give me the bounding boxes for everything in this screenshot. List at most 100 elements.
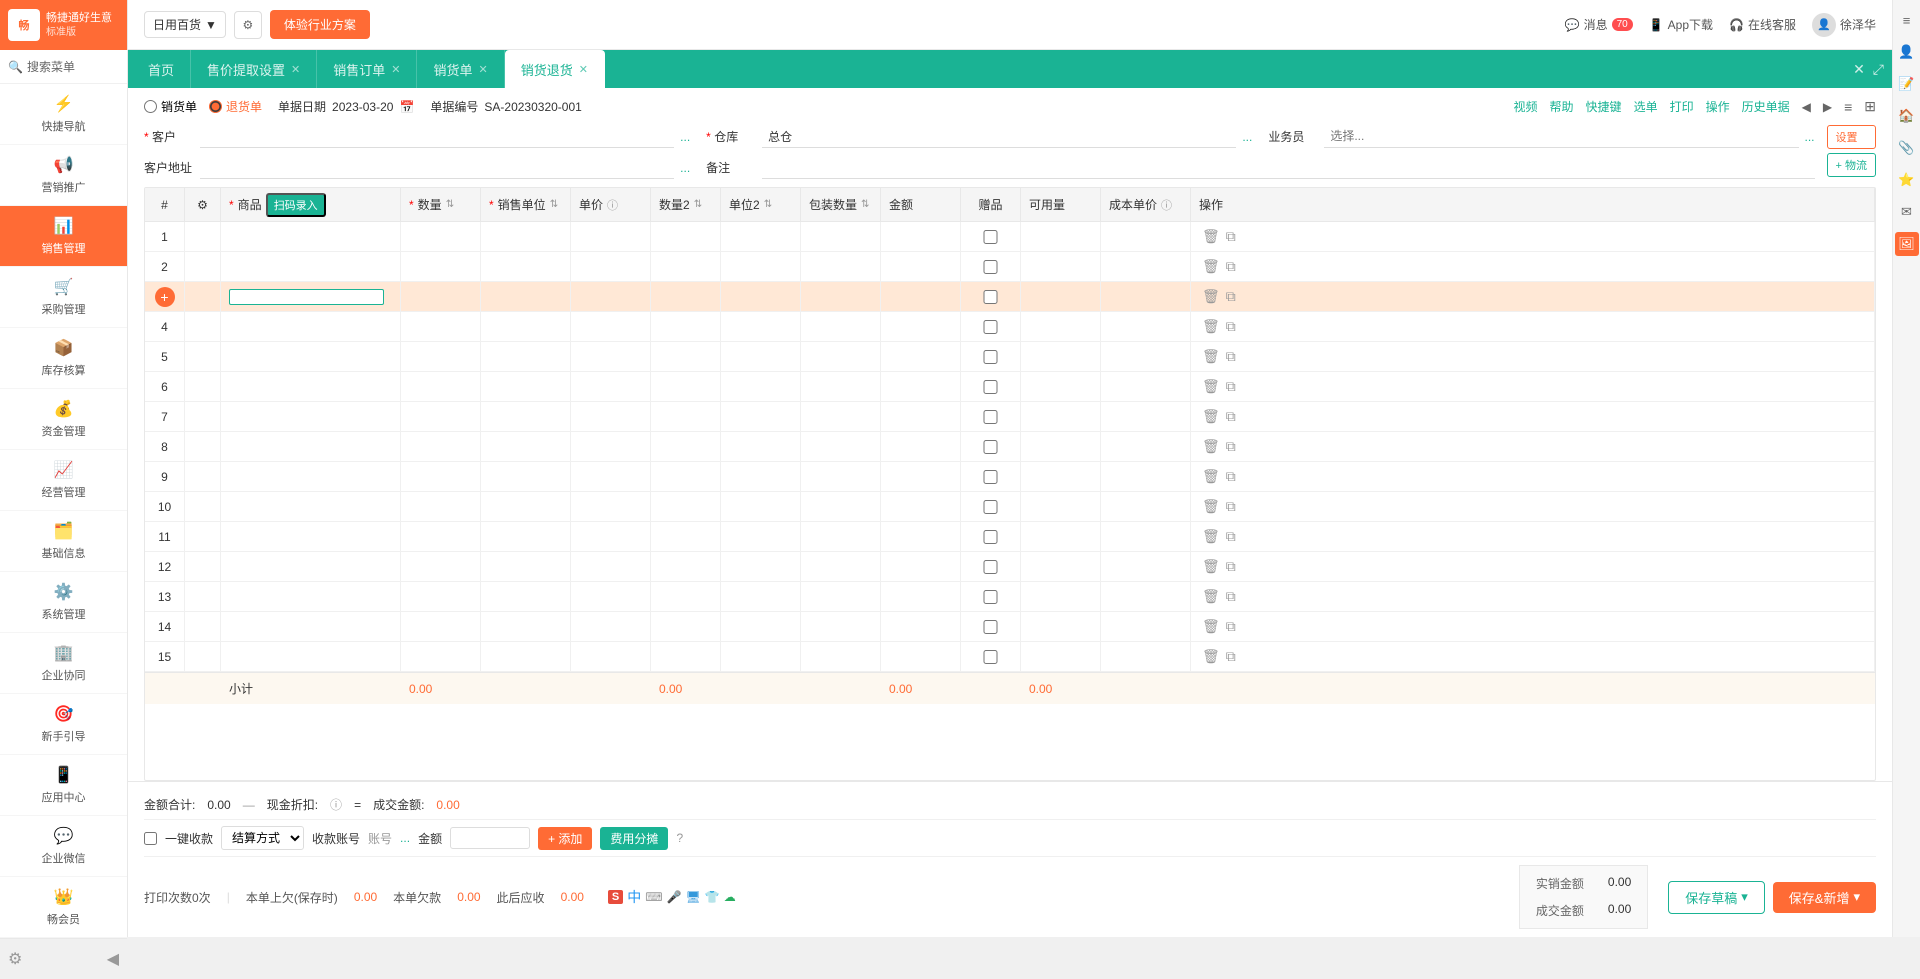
row-qty2[interactable] [651, 432, 721, 461]
row-gift[interactable] [961, 522, 1021, 551]
sidebar-item-inventory[interactable]: 📦 库存核算 [0, 328, 127, 389]
video-button[interactable]: 视频 [1514, 98, 1538, 115]
row-pack[interactable] [801, 492, 881, 521]
tab-home[interactable]: 首页 [136, 50, 191, 88]
row-product[interactable] [221, 462, 401, 491]
warehouse-lookup-button[interactable]: ... [1242, 130, 1252, 144]
address-input[interactable] [200, 156, 674, 179]
expand-tabs-button[interactable]: ⤢ [1873, 61, 1884, 78]
copy-row-button[interactable]: ⧉ [1226, 498, 1236, 515]
gift-checkbox[interactable] [969, 440, 1012, 454]
copy-row-button[interactable]: ⧉ [1226, 648, 1236, 665]
collapse-icon[interactable]: ◀ [107, 949, 119, 969]
row-qty[interactable] [401, 282, 481, 311]
row-gift[interactable] [961, 552, 1021, 581]
sidebar-item-basic[interactable]: 🗂️ 基础信息 [0, 511, 127, 572]
sort-qty-icon[interactable]: ⇅ [446, 199, 454, 210]
price-input[interactable] [579, 230, 642, 244]
row-product[interactable] [221, 372, 401, 401]
row-amount[interactable] [881, 612, 961, 641]
print-button[interactable]: 打印 [1670, 98, 1694, 115]
fee-split-button[interactable]: 费用分摊 [600, 827, 668, 850]
row-unit2[interactable] [721, 312, 801, 341]
row-unit[interactable] [481, 552, 571, 581]
row-unit2[interactable] [721, 252, 801, 281]
product-input[interactable] [229, 289, 384, 305]
unit2-input[interactable] [729, 230, 792, 244]
row-amount[interactable] [881, 432, 961, 461]
row-gift[interactable] [961, 312, 1021, 341]
row-price[interactable] [571, 282, 651, 311]
tab-price-setting[interactable]: 售价提取设置 ✕ [191, 50, 317, 88]
row-pack[interactable] [801, 552, 881, 581]
sidebar-item-wechat[interactable]: 💬 企业微信 [0, 816, 127, 877]
account-lookup-button[interactable]: ... [400, 831, 410, 845]
row-qty[interactable] [401, 372, 481, 401]
row-gift[interactable] [961, 342, 1021, 371]
row-qty[interactable] [401, 342, 481, 371]
row-qty[interactable] [401, 312, 481, 341]
row-amount[interactable] [881, 252, 961, 281]
delete-row-button[interactable]: 🗑 [1202, 618, 1220, 635]
product-input[interactable] [229, 230, 392, 244]
row-unit2[interactable] [721, 642, 801, 671]
sidebar-item-purchase[interactable]: 🛒 采购管理 [0, 267, 127, 328]
row-unit2[interactable] [721, 492, 801, 521]
user-profile[interactable]: 👤 徐泽华 [1812, 13, 1876, 37]
delete-row-button[interactable]: 🗑 [1202, 288, 1220, 305]
row-unit[interactable] [481, 282, 571, 311]
row-unit2[interactable] [721, 612, 801, 641]
settings-button[interactable]: 设置 [1827, 125, 1876, 149]
scan-input-button[interactable]: 扫码录入 [266, 193, 326, 217]
row-unit2[interactable] [721, 222, 801, 251]
gift-checkbox[interactable] [969, 350, 1012, 364]
tab-close-sales-delivery[interactable]: ✕ [479, 63, 488, 76]
row-unit[interactable] [481, 342, 571, 371]
sort-unit-icon[interactable]: ⇅ [550, 199, 558, 210]
row-price[interactable] [571, 492, 651, 521]
row-gift[interactable] [961, 402, 1021, 431]
sidebar-item-sales[interactable]: 📊 销售管理 [0, 206, 127, 267]
gift-checkbox[interactable] [969, 320, 1012, 334]
row-unit[interactable] [481, 372, 571, 401]
row-amount[interactable] [881, 222, 961, 251]
calendar-icon[interactable]: 📅 [399, 100, 414, 114]
sidebar-item-marketing[interactable]: 📢 营销推广 [0, 145, 127, 206]
row-amount[interactable] [881, 492, 961, 521]
gift-checkbox[interactable] [969, 560, 1012, 574]
row-pack[interactable] [801, 222, 881, 251]
pack-input[interactable] [809, 230, 872, 244]
row-qty2[interactable] [651, 252, 721, 281]
sort-qty2-icon[interactable]: ⇅ [694, 199, 702, 210]
row-qty[interactable] [401, 252, 481, 281]
row-unit[interactable] [481, 642, 571, 671]
row-pack[interactable] [801, 462, 881, 491]
row-unit[interactable] [481, 462, 571, 491]
copy-row-button[interactable]: ⧉ [1226, 288, 1236, 305]
sidebar-item-apps[interactable]: 📱 应用中心 [0, 755, 127, 816]
price-info-icon[interactable]: ⓘ [607, 197, 618, 213]
row-product[interactable] [221, 252, 401, 281]
delete-row-button[interactable]: 🗑 [1202, 378, 1220, 395]
row-qty2[interactable] [651, 402, 721, 431]
row-gift[interactable] [961, 282, 1021, 311]
close-all-tabs-button[interactable]: ✕ [1853, 61, 1865, 78]
operate-button[interactable]: 操作 [1706, 98, 1730, 115]
row-product[interactable] [221, 282, 401, 311]
address-lookup-button[interactable]: ... [680, 161, 690, 175]
row-pack[interactable] [801, 252, 881, 281]
row-unit[interactable] [481, 522, 571, 551]
row-qty2[interactable] [651, 552, 721, 581]
copy-row-button[interactable]: ⧉ [1226, 408, 1236, 425]
right-panel-icon-7[interactable]: ✉ [1895, 200, 1919, 224]
row-unit[interactable] [481, 312, 571, 341]
remark-input[interactable] [762, 156, 1814, 179]
row-amount[interactable] [881, 522, 961, 551]
row-qty[interactable] [401, 432, 481, 461]
next-doc-icon[interactable]: ▶ [1823, 100, 1832, 114]
row-price[interactable] [571, 612, 651, 641]
delete-row-button[interactable]: 🗑 [1202, 348, 1220, 365]
copy-row-button[interactable]: ⧉ [1226, 258, 1236, 275]
row-pack[interactable] [801, 372, 881, 401]
row-gift[interactable] [961, 612, 1021, 641]
